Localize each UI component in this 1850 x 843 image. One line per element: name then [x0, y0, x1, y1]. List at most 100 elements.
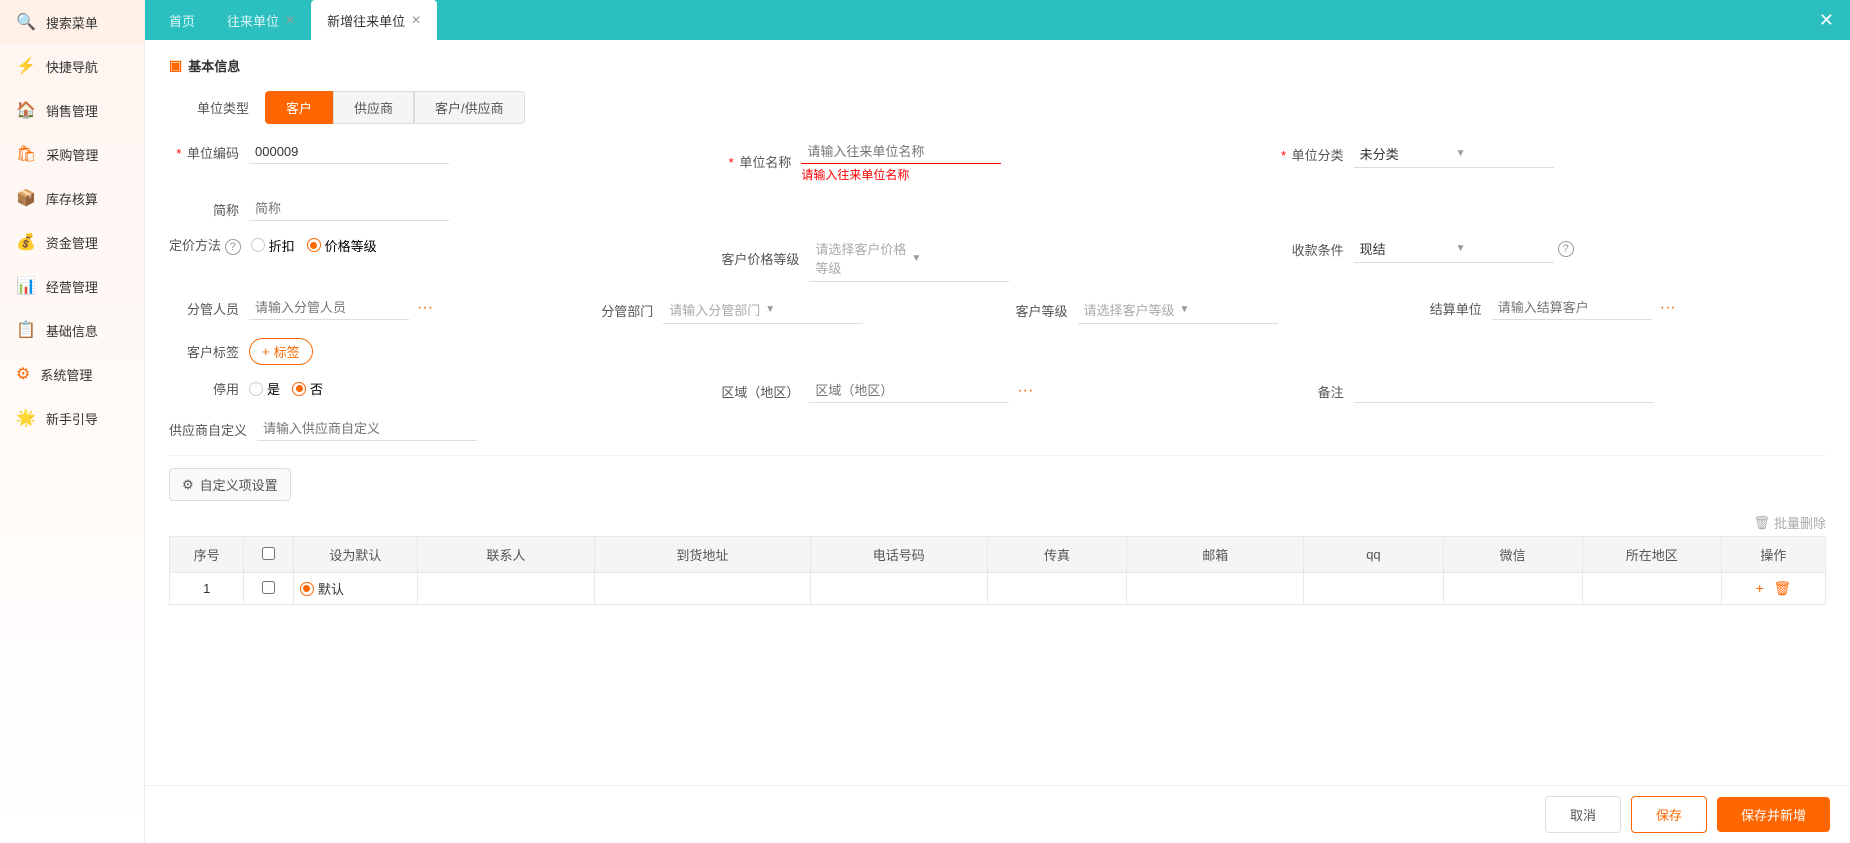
table-header: 序号 设为默认 联系人 到货地址 电话号码 传真 邮箱 qq 微信 所在地区 操…	[170, 537, 1826, 573]
quicknav-icon: ⚡	[16, 56, 36, 76]
row-address[interactable]	[595, 573, 810, 605]
row-contact[interactable]	[417, 573, 594, 605]
contact-input[interactable]	[466, 581, 546, 596]
sidebar-item-sales[interactable]: 🏠 销售管理	[0, 88, 144, 132]
chevron-down-icon: ▼	[1180, 304, 1272, 315]
supplier-custom-input[interactable]	[257, 417, 477, 441]
sidebar-item-label: 系统管理	[40, 365, 92, 384]
pricing-discount-radio[interactable]: 折扣	[251, 236, 295, 255]
sidebar-item-operations[interactable]: 📊 经营管理	[0, 264, 144, 308]
sidebar-item-search[interactable]: 🔍 搜索菜单	[0, 0, 144, 44]
save-new-button[interactable]: 保存并新增	[1717, 797, 1830, 832]
divider	[169, 455, 1826, 456]
settlement-input[interactable]	[1492, 296, 1652, 320]
address-input[interactable]	[652, 581, 752, 596]
pricing-level-radio[interactable]: 价格等级	[307, 236, 377, 255]
customer-price-label: 客户价格等级	[721, 249, 799, 268]
discount-radio-circle	[251, 238, 265, 252]
sidebar-item-newbie[interactable]: 🌟 新手引导	[0, 396, 144, 440]
sidebar-item-system[interactable]: ⚙ 系统管理	[0, 352, 144, 396]
sidebar-item-label: 库存核算	[46, 189, 98, 208]
sidebar-item-purchase[interactable]: 🛍 采购管理	[0, 132, 144, 176]
trash-icon: 🗑	[1753, 515, 1770, 531]
disabled-yes-radio[interactable]: 是	[249, 379, 280, 398]
row-region-input[interactable]	[1622, 581, 1682, 596]
add-tag-btn[interactable]: + 标签	[249, 338, 313, 365]
customer-level-select[interactable]: 请选择客户等级 ▼	[1078, 296, 1278, 324]
sidebar-item-label: 基础信息	[46, 321, 98, 340]
row-qq[interactable]	[1304, 573, 1443, 605]
customer-price-select[interactable]: 请选择客户价格等级 ▼	[809, 235, 1009, 282]
dept-select[interactable]: 请输入分管部门 ▼	[663, 296, 863, 324]
cancel-button[interactable]: 取消	[1545, 796, 1621, 833]
custom-settings-btn[interactable]: ⚙ 自定义项设置	[169, 468, 291, 501]
unit-type-customer-btn[interactable]: 客户	[265, 91, 333, 124]
row-fax[interactable]	[987, 573, 1126, 605]
qq-input[interactable]	[1343, 581, 1403, 596]
gear-icon: ⚙	[182, 477, 194, 493]
form-area: ▣ 基本信息 单位类型 客户 供应商 客户/供应商 * 单位编码 * 单位名称	[145, 40, 1850, 785]
col-address: 到货地址	[595, 537, 810, 573]
tab-home[interactable]: 首页	[153, 0, 211, 40]
phone-input[interactable]	[859, 581, 939, 596]
region-dots-btn[interactable]: ···	[1013, 382, 1037, 400]
table-row: 1 默认	[170, 573, 1826, 605]
tab-partner-close[interactable]: ✕	[285, 13, 295, 27]
customer-price-field: 客户价格等级 请选择客户价格等级 ▼	[721, 235, 1273, 282]
form-row-2: 简称	[169, 197, 1826, 221]
col-seq: 序号	[170, 537, 244, 573]
unit-type-supplier-btn[interactable]: 供应商	[333, 91, 414, 124]
tab-new-partner-close[interactable]: ✕	[411, 13, 421, 27]
section-title: ▣ 基本信息	[169, 56, 1826, 75]
disabled-no-radio[interactable]: 否	[292, 379, 323, 398]
purchase-icon: 🛍	[16, 144, 36, 164]
supervisor-field: 分管人员 ···	[169, 296, 583, 320]
required-star: *	[176, 146, 181, 161]
add-row-btn[interactable]: +	[1753, 580, 1767, 596]
fax-input[interactable]	[1027, 581, 1087, 596]
row-default-radio[interactable]: 默认	[300, 579, 411, 598]
supervisor-input[interactable]	[249, 296, 409, 320]
tab-new-partner[interactable]: 新增往来单位 ✕	[311, 0, 437, 40]
wechat-input[interactable]	[1483, 581, 1543, 596]
region-label: 区域（地区）	[721, 382, 799, 401]
tab-partner[interactable]: 往来单位 ✕	[211, 0, 311, 40]
sidebar-item-inventory[interactable]: 📦 库存核算	[0, 176, 144, 220]
row-check[interactable]	[244, 573, 294, 605]
payment-info-icon[interactable]: ?	[1558, 241, 1574, 257]
row-action: + 🗑	[1721, 573, 1825, 605]
delete-row-btn[interactable]: 🗑	[1770, 580, 1794, 597]
col-region: 所在地区	[1582, 537, 1721, 573]
sidebar-item-label: 新手引导	[46, 409, 98, 428]
sidebar-item-basicinfo[interactable]: 📋 基础信息	[0, 308, 144, 352]
unit-name-input[interactable]	[801, 140, 1001, 164]
email-input[interactable]	[1175, 581, 1255, 596]
unit-category-select[interactable]: 未分类 ▼	[1354, 140, 1554, 168]
remark-input[interactable]	[1354, 379, 1654, 403]
sidebar-item-label: 搜索菜单	[46, 13, 98, 32]
row-wechat[interactable]	[1443, 573, 1582, 605]
payment-terms-select[interactable]: 现结 ▼	[1354, 235, 1554, 263]
row-email[interactable]	[1127, 573, 1304, 605]
row-phone[interactable]	[810, 573, 987, 605]
select-all-checkbox[interactable]	[262, 547, 275, 560]
dept-label: 分管部门	[583, 301, 653, 320]
chevron-down-icon: ▼	[765, 304, 857, 315]
unit-type-both-btn[interactable]: 客户/供应商	[414, 91, 525, 124]
save-button[interactable]: 保存	[1631, 796, 1707, 833]
settlement-dots-btn[interactable]: ···	[1656, 299, 1680, 317]
sidebar-item-quicknav[interactable]: ⚡ 快捷导航	[0, 44, 144, 88]
pricing-info-icon[interactable]: ?	[225, 239, 241, 255]
supervisor-dots-btn[interactable]: ···	[413, 299, 437, 317]
sidebar-item-finance[interactable]: 💰 资金管理	[0, 220, 144, 264]
short-name-input[interactable]	[249, 197, 449, 221]
region-input[interactable]	[809, 379, 1009, 403]
main-area: 首页 往来单位 ✕ 新增往来单位 ✕ ✕ ▣ 基本信息 单位类型 客户 供应商 …	[145, 0, 1850, 843]
unit-code-input[interactable]	[249, 140, 449, 164]
tab-bar-close-btn[interactable]: ✕	[1811, 10, 1842, 31]
row-region[interactable]	[1582, 573, 1721, 605]
batch-delete-label[interactable]: 批量删除	[1774, 513, 1826, 532]
inventory-icon: 📦	[16, 188, 36, 208]
form-row-6: 停用 是 否 区域（地区） ··· 备注	[169, 379, 1826, 403]
row-checkbox[interactable]	[262, 581, 275, 594]
